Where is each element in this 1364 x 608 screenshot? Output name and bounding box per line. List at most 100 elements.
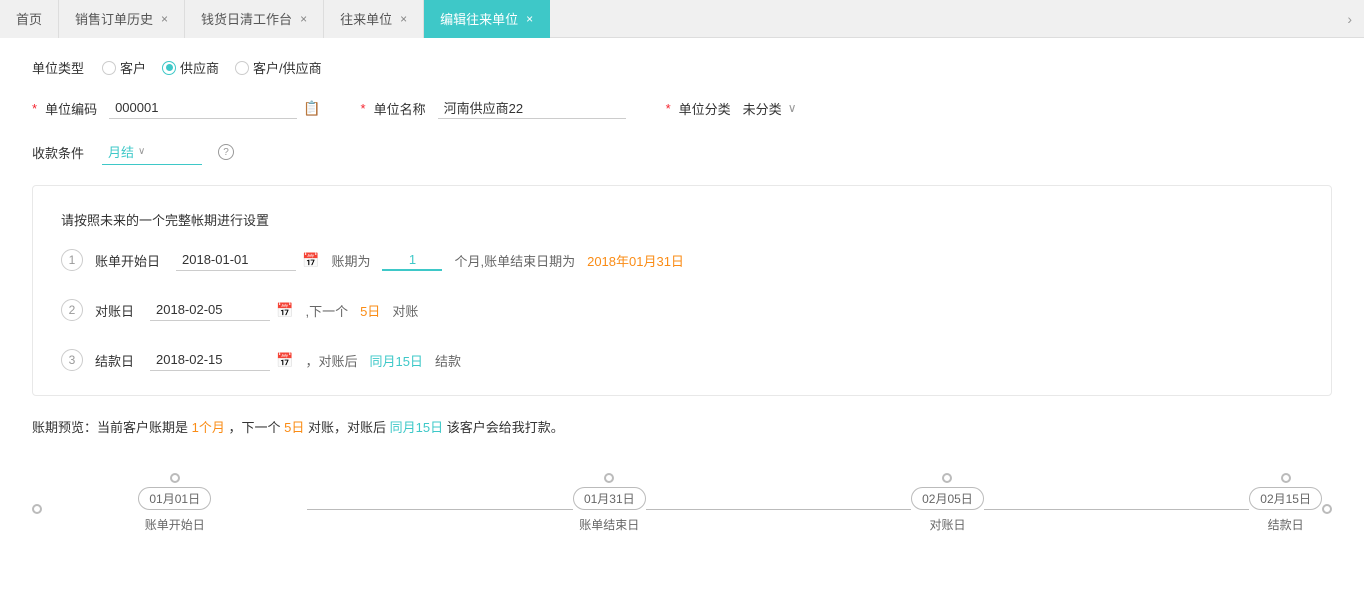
step-2-calendar-icon[interactable]: 📅 <box>276 302 293 319</box>
timeline-node-1-date: 01月01日 <box>138 487 211 510</box>
tab-sales-history-close[interactable]: × <box>161 13 168 25</box>
preview-part2-suffix: 对账，对账后 <box>308 420 386 435</box>
step-3-hint-suffix: 结款 <box>435 351 461 370</box>
radio-supplier[interactable]: 供应商 <box>162 58 219 77</box>
timeline-end-dot <box>1322 504 1332 514</box>
unit-code-group: * 单位编码 📋 <box>32 97 321 119</box>
unit-category-group: * 单位分类 未分类 ∨ <box>666 99 883 118</box>
step-1-period-suffix: 个月,账单结束日期为 <box>454 251 575 270</box>
step-number-3: 3 <box>61 349 83 371</box>
radio-customer[interactable]: 客户 <box>102 58 146 77</box>
unit-name-star: * <box>361 101 366 116</box>
step-3-date-input[interactable] <box>150 349 270 371</box>
unit-category-value: 未分类 <box>743 99 782 118</box>
step-number-1: 1 <box>61 249 83 271</box>
timeline-node-2-date: 01月31日 <box>573 487 646 510</box>
tab-counterparty-label: 往来单位 <box>340 9 392 28</box>
period-section: 请按照未来的一个完整帐期进行设置 1 账单开始日 📅 账期为 个月,账单结束日期… <box>32 185 1332 396</box>
section-instruction: 请按照未来的一个完整帐期进行设置 <box>61 210 1303 229</box>
step-2-date-input[interactable] <box>150 299 270 321</box>
tab-edit-counterparty-label: 编辑往来单位 <box>440 9 518 28</box>
step-1-calendar-icon[interactable]: 📅 <box>302 252 319 269</box>
radio-label-customer: 客户 <box>120 58 146 77</box>
timeline-node-2-label: 账单结束日 <box>579 516 639 533</box>
step-1-period-prefix: 账期为 <box>331 251 370 270</box>
unit-code-star: * <box>32 101 37 116</box>
step-1-date-input[interactable] <box>176 249 296 271</box>
tab-home[interactable]: 首页 <box>0 0 59 38</box>
tab-edit-counterparty[interactable]: 编辑往来单位 × <box>424 0 550 38</box>
payment-terms-help[interactable]: ? <box>218 144 234 160</box>
step-1-period-end: 2018年01月31日 <box>587 251 684 270</box>
timeline: 01月01日 账单开始日 01月31日 账单结束日 02月05日 对账日 <box>32 463 1332 543</box>
timeline-start-dot <box>32 504 42 514</box>
unit-code-icon[interactable]: 📋 <box>303 100 320 117</box>
unit-category-arrow: ∨ <box>788 101 797 115</box>
unit-name-group: * 单位名称 <box>361 97 626 119</box>
tab-cashflow-label: 钱货日清工作台 <box>201 9 292 28</box>
unit-type-label: 单位类型 <box>32 58 84 77</box>
step-2-hint-suffix: 对账 <box>392 301 418 320</box>
radio-circle-supplier <box>162 61 176 75</box>
timeline-node-3-label: 对账日 <box>929 516 965 533</box>
payment-terms-label: 收款条件 <box>32 143 84 162</box>
step-2-date-wrapper: 📅 <box>150 299 293 321</box>
step-3-label: 结款日 <box>95 351 134 370</box>
timeline-node-4-date: 02月15日 <box>1249 487 1322 510</box>
unit-category-label: 单位分类 <box>679 99 731 118</box>
unit-code-input-wrapper: 📋 <box>109 97 320 119</box>
timeline-node-4: 02月15日 结款日 <box>1249 473 1322 533</box>
step-3-calendar-icon[interactable]: 📅 <box>276 352 293 369</box>
unit-type-row: 单位类型 客户 供应商 客户/供应商 <box>32 58 1332 77</box>
timeline-node-3-dot <box>942 473 952 483</box>
tab-cashflow-close[interactable]: × <box>300 13 307 25</box>
preview-label: 账期预览：当前客户账期是 <box>32 420 188 435</box>
preview-part2-mid: 5日 <box>284 420 304 435</box>
radio-label-both: 客户/供应商 <box>253 58 322 77</box>
tab-edit-counterparty-close[interactable]: × <box>526 13 533 25</box>
preview-part1: 1个月 <box>192 420 225 435</box>
preview-part4: 该客户会给我打款。 <box>447 420 564 435</box>
timeline-node-3-date: 02月05日 <box>911 487 984 510</box>
step-1-num: 1 <box>69 253 76 267</box>
tab-home-label: 首页 <box>16 9 42 28</box>
step-2-hint-prefix: ,下一个 <box>305 301 348 320</box>
tab-counterparty[interactable]: 往来单位 × <box>324 0 424 38</box>
step-1-date-wrapper: 📅 <box>176 249 319 271</box>
tab-counterparty-close[interactable]: × <box>400 13 407 25</box>
unit-code-input[interactable] <box>109 97 297 119</box>
timeline-node-4-label: 结款日 <box>1268 516 1304 533</box>
tab-cashflow[interactable]: 钱货日清工作台 × <box>185 0 324 38</box>
tabs-arrow[interactable]: › <box>1335 11 1364 27</box>
payment-terms-row: 收款条件 月结 ∨ ? <box>32 139 1332 165</box>
timeline-node-1-label: 账单开始日 <box>145 516 205 533</box>
step-3-hint-prefix: ，对账后 <box>305 351 357 370</box>
radio-label-supplier: 供应商 <box>180 58 219 77</box>
step-3-hint-mid: 同月15日 <box>369 351 422 370</box>
timeline-node-2-dot <box>604 473 614 483</box>
payment-terms-chevron: ∨ <box>138 146 145 157</box>
unit-name-input[interactable] <box>438 97 626 119</box>
step-3-num: 3 <box>69 353 76 367</box>
radio-both[interactable]: 客户/供应商 <box>235 58 322 77</box>
main-content: 单位类型 客户 供应商 客户/供应商 * 单位编码 <box>0 38 1364 608</box>
timeline-segment-1 <box>307 509 572 510</box>
unit-category-select[interactable]: 未分类 ∨ <box>743 99 883 118</box>
timeline-node-4-dot <box>1281 473 1291 483</box>
step-1-period-input[interactable] <box>382 250 442 271</box>
preview-section: 账期预览：当前客户账期是 1个月 ，下一个 5日 对账，对账后 同月15日 该客… <box>32 416 1332 439</box>
payment-terms-select[interactable]: 月结 ∨ <box>102 139 202 165</box>
step-3-date-wrapper: 📅 <box>150 349 293 371</box>
tab-sales-history[interactable]: 销售订单历史 × <box>59 0 185 38</box>
radio-circle-both <box>235 61 249 75</box>
timeline-node-1: 01月01日 账单开始日 <box>42 473 307 533</box>
step-row-3: 3 结款日 📅 ，对账后 同月15日 结款 <box>61 349 1303 371</box>
preview-part2-prefix: ，下一个 <box>229 420 281 435</box>
step-2-hint-mid: 5日 <box>360 301 380 320</box>
step-row-2: 2 对账日 📅 ,下一个 5日 对账 <box>61 299 1303 321</box>
step-2-num: 2 <box>69 303 76 317</box>
step-1-label: 账单开始日 <box>95 251 160 270</box>
unit-info-row: * 单位编码 📋 * 单位名称 * 单位分类 未分类 ∨ <box>32 97 1332 119</box>
step-row-1: 1 账单开始日 📅 账期为 个月,账单结束日期为 2018年01月31日 <box>61 249 1303 271</box>
timeline-segment-2 <box>646 509 911 510</box>
